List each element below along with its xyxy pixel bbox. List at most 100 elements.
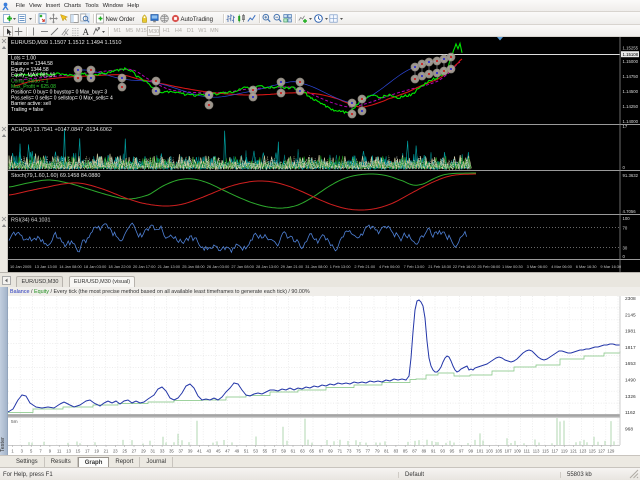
svg-text:51: 51: [244, 449, 249, 454]
svg-text:121: 121: [570, 449, 578, 454]
svg-text:22 Feb 16:00: 22 Feb 16:00: [453, 264, 477, 269]
svg-text:Trailing = false: Trailing = false: [11, 107, 44, 113]
svg-text:27: 27: [132, 449, 137, 454]
svg-text:1490: 1490: [625, 378, 636, 384]
svg-text:1653: 1653: [625, 361, 636, 367]
svg-text:1.15108: 1.15108: [623, 52, 639, 57]
svg-text:18 Jan 22:00: 18 Jan 22:00: [108, 264, 131, 269]
svg-text:109: 109: [514, 449, 522, 454]
svg-text:11: 11: [57, 449, 62, 454]
svg-text:21: 21: [104, 449, 109, 454]
svg-text:1817: 1817: [625, 345, 636, 351]
svg-text:17: 17: [85, 449, 90, 454]
svg-text:1.14750: 1.14750: [623, 74, 639, 79]
svg-text:1162: 1162: [625, 410, 636, 416]
svg-text:111: 111: [524, 449, 531, 454]
svg-text:127: 127: [598, 449, 606, 454]
svg-text:4 Mar 06:00: 4 Mar 06:00: [551, 264, 573, 269]
svg-text:23: 23: [113, 449, 118, 454]
svg-text:73: 73: [347, 449, 352, 454]
svg-text:41: 41: [197, 449, 202, 454]
svg-text:95: 95: [450, 449, 455, 454]
svg-text:A: A: [83, 27, 90, 37]
svg-text:31 Jan 08:00: 31 Jan 08:00: [305, 264, 328, 269]
svg-text:97: 97: [459, 449, 464, 454]
svg-text:29: 29: [141, 449, 146, 454]
svg-text:20 Jan 17:00: 20 Jan 17:00: [133, 264, 156, 269]
svg-text:15: 15: [76, 449, 81, 454]
svg-text:968: 968: [625, 426, 633, 432]
svg-text:93: 93: [440, 449, 445, 454]
svg-text:1.15255: 1.15255: [623, 46, 639, 51]
svg-text:91.3632: 91.3632: [623, 173, 639, 178]
svg-text:77: 77: [365, 449, 370, 454]
svg-text:117: 117: [551, 449, 558, 454]
svg-text:2145: 2145: [625, 312, 636, 318]
svg-text:1.15000: 1.15000: [623, 59, 639, 64]
svg-text:59: 59: [281, 449, 286, 454]
svg-text:71: 71: [337, 449, 342, 454]
svg-text:49: 49: [235, 449, 240, 454]
svg-text:55: 55: [263, 449, 268, 454]
svg-text:79: 79: [375, 449, 380, 454]
svg-text:30: 30: [623, 246, 628, 251]
svg-text:63: 63: [300, 449, 305, 454]
svg-text:1 Mar 00:30: 1 Mar 00:30: [502, 264, 524, 269]
svg-text:69: 69: [328, 449, 333, 454]
svg-text:45: 45: [216, 449, 221, 454]
svg-text:26 Jan 03:00: 26 Jan 03:00: [207, 264, 230, 269]
svg-text:RSI(34) 64.1031: RSI(34) 64.1031: [11, 218, 51, 224]
svg-text:75: 75: [356, 449, 361, 454]
svg-text:3 Mar 06:00: 3 Mar 06:00: [527, 264, 549, 269]
svg-text:100: 100: [623, 216, 631, 221]
svg-text:14 Jan 08:00: 14 Jan 08:00: [59, 264, 82, 269]
svg-text:27 Jan 08:00: 27 Jan 08:00: [231, 264, 254, 269]
svg-text:115: 115: [542, 449, 549, 454]
svg-text:33: 33: [160, 449, 165, 454]
svg-text:Stoch(79,1.60,1.60) 69.1458 84: Stoch(79,1.60,1.60) 69.1458 84.0880: [11, 173, 100, 179]
svg-text:25: 25: [122, 449, 127, 454]
svg-text:9 Mar 16:30: 9 Mar 16:30: [600, 264, 622, 269]
svg-text:105: 105: [495, 449, 503, 454]
svg-text:103: 103: [486, 449, 494, 454]
svg-text:ACH(34) 13.7541 +0147.0847 -01: ACH(34) 13.7541 +0147.0847 -0134.6062: [11, 127, 112, 133]
svg-text:123: 123: [579, 449, 587, 454]
svg-text:4.7056: 4.7056: [623, 209, 637, 214]
svg-text:28 Jan 13:00: 28 Jan 13:00: [256, 264, 279, 269]
svg-text:1 Feb 13:00: 1 Feb 13:00: [330, 264, 352, 269]
svg-text:53: 53: [253, 449, 258, 454]
svg-text:81: 81: [384, 449, 389, 454]
svg-text:21 Jan 13:00: 21 Jan 13:00: [158, 264, 181, 269]
svg-text:57: 57: [272, 449, 277, 454]
svg-text:29 Jan 21:00: 29 Jan 21:00: [281, 264, 304, 269]
svg-text:43: 43: [206, 449, 211, 454]
svg-text:1.14250: 1.14250: [623, 104, 639, 109]
svg-text:13 Jan 13:00: 13 Jan 13:00: [35, 264, 58, 269]
svg-text:2 Feb 21:00: 2 Feb 21:00: [354, 264, 376, 269]
svg-text:125: 125: [589, 449, 597, 454]
svg-text:87: 87: [412, 449, 417, 454]
svg-text:119: 119: [561, 449, 568, 454]
svg-text:91: 91: [431, 449, 436, 454]
svg-text:7 Feb 13:00: 7 Feb 13:00: [404, 264, 426, 269]
svg-text:25 Feb 08:00: 25 Feb 08:00: [477, 264, 501, 269]
svg-text:47: 47: [225, 449, 230, 454]
svg-text:31: 31: [150, 449, 155, 454]
svg-text:10 Jan 2005: 10 Jan 2005: [10, 264, 31, 269]
svg-text:61: 61: [291, 449, 296, 454]
svg-text:1981: 1981: [625, 329, 636, 335]
svg-text:129: 129: [607, 449, 615, 454]
svg-text:101: 101: [477, 449, 485, 454]
svg-text:89: 89: [422, 449, 427, 454]
svg-text:85: 85: [403, 449, 408, 454]
svg-text:21 Feb 18:30: 21 Feb 18:30: [428, 264, 452, 269]
svg-text:67: 67: [319, 449, 324, 454]
svg-text:113: 113: [533, 449, 540, 454]
svg-text:99: 99: [468, 449, 473, 454]
svg-text:1.14500: 1.14500: [623, 89, 639, 94]
svg-text:37: 37: [178, 449, 183, 454]
svg-text:17: 17: [623, 124, 628, 129]
svg-text:18 Jan 03:00: 18 Jan 03:00: [84, 264, 107, 269]
svg-text:5m: 5m: [11, 419, 18, 425]
svg-text:New Order: New Order: [106, 17, 135, 23]
